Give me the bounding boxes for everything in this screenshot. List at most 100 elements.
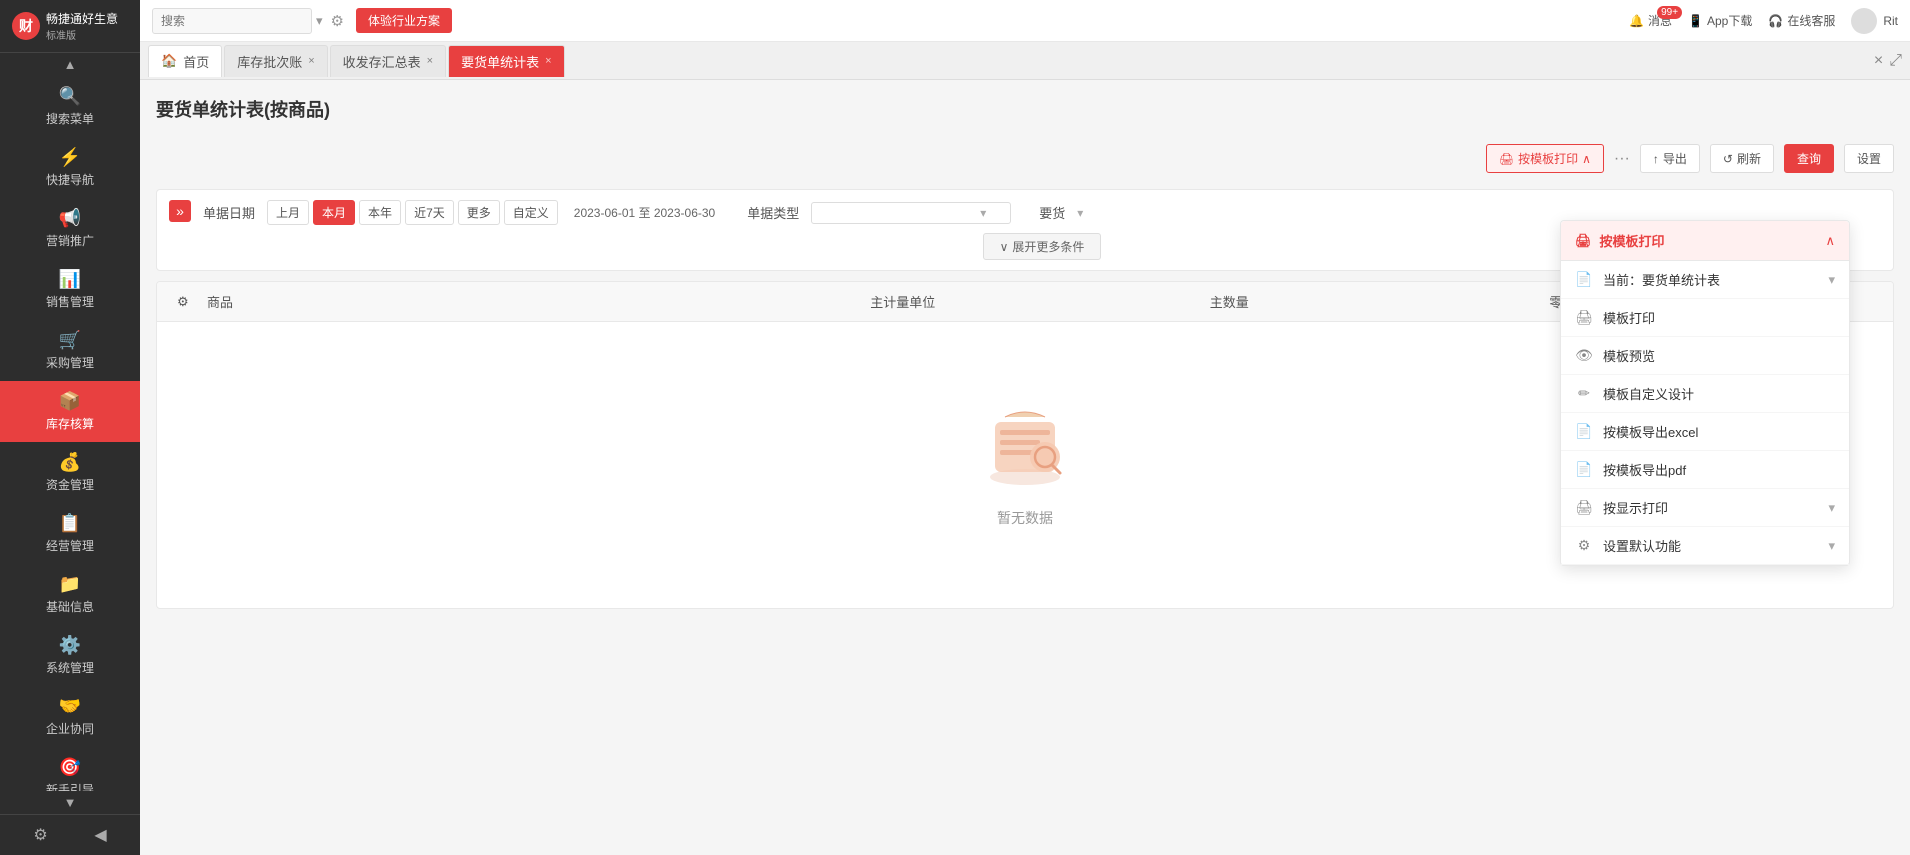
requisition-label-text: 要货 <box>1039 203 1065 222</box>
online-service-btn[interactable]: 🎧 在线客服 <box>1768 12 1835 29</box>
messages-badge: 99+ <box>1657 6 1682 19</box>
sidebar-item-label: 采购管理 <box>46 354 94 371</box>
sidebar-item-basics[interactable]: 📁 基础信息 <box>0 564 140 625</box>
more-options-icon[interactable]: ··· <box>1614 150 1630 168</box>
sidebar-item-inventory[interactable]: 📦 库存核算 <box>0 381 140 442</box>
dropdown-item-label: 设置默认功能 <box>1603 536 1681 555</box>
doc-type-select[interactable]: ▾ <box>811 202 1011 224</box>
tab-batch-account-close[interactable]: × <box>308 55 314 67</box>
date-btn-this-month[interactable]: 本月 <box>313 200 355 225</box>
logo-icon: 财 <box>12 12 40 40</box>
tab-close-all-btn[interactable]: × <box>1874 52 1883 70</box>
settings-label: 设置 <box>1857 150 1881 167</box>
dropdown-item-template-print[interactable]: 🖨 模板打印 <box>1561 299 1849 337</box>
trial-button[interactable]: 体验行业方案 <box>356 8 452 33</box>
download-icon: 📱 <box>1688 14 1703 28</box>
column-settings-icon[interactable]: ⚙ <box>177 294 189 309</box>
date-btn-custom[interactable]: 自定义 <box>504 200 558 225</box>
guide-icon: 🎯 <box>59 757 81 778</box>
dropdown-item-export-pdf[interactable]: 📄 按模板导出pdf <box>1561 451 1849 489</box>
filter-expand-btn[interactable]: » <box>169 200 191 222</box>
tab-receipts-summary-close[interactable]: × <box>427 55 433 67</box>
dropdown-title: 按模板打印 <box>1600 231 1665 250</box>
sidebar-item-finance[interactable]: 💰 资金管理 <box>0 442 140 503</box>
dropdown-item-export-excel[interactable]: 📄 按模板导出excel <box>1561 413 1849 451</box>
date-btn-7days[interactable]: 近7天 <box>405 200 454 225</box>
online-service-label: 在线客服 <box>1787 12 1835 29</box>
tab-batch-account-label: 库存批次账 <box>237 52 302 71</box>
sidebar-item-system[interactable]: ⚙️ 系统管理 <box>0 625 140 686</box>
search-icon: 🔍 <box>59 86 81 107</box>
topbar-dropdown-arrow[interactable]: ▾ <box>316 13 323 29</box>
sidebar-item-search[interactable]: 🔍 搜索菜单 <box>0 76 140 137</box>
sidebar-scroll-up[interactable]: ▲ <box>0 53 140 76</box>
toolbar-row: 🖨 按模板打印 ∧ ··· ↑ 导出 ↺ 刷新 查询 设置 <box>156 136 1894 181</box>
collab-icon: 🤝 <box>59 696 81 717</box>
date-btn-last-month[interactable]: 上月 <box>267 200 309 225</box>
dropdown-current-template[interactable]: 📄 当前：要货单统计表 ▾ <box>1561 261 1849 299</box>
tab-requisition-stats[interactable]: 要货单统计表 × <box>448 45 564 77</box>
purchase-icon: 🛒 <box>59 330 81 351</box>
expand-more-btn[interactable]: ∨ 展开更多条件 <box>983 233 1102 260</box>
dropdown-item-label: 按模板导出pdf <box>1603 460 1686 479</box>
design-icon: ✏ <box>1575 385 1593 402</box>
dropdown-item-label: 按显示打印 <box>1603 498 1668 517</box>
sidebar-scroll-down[interactable]: ▼ <box>0 791 140 814</box>
sidebar-item-marketing[interactable]: 📢 营销推广 <box>0 198 140 259</box>
query-btn[interactable]: 查询 <box>1784 144 1834 173</box>
refresh-btn[interactable]: ↺ 刷新 <box>1710 144 1774 173</box>
inventory-icon: 📦 <box>59 391 81 412</box>
dropdown-item-default-func[interactable]: ⚙ 设置默认功能 ▾ <box>1561 527 1849 565</box>
refresh-icon: ↺ <box>1723 152 1733 166</box>
tab-receipts-summary[interactable]: 收发存汇总表 × <box>330 45 446 77</box>
printer-icon: 🖨 <box>1499 152 1514 166</box>
sales-icon: 📊 <box>59 269 81 290</box>
dropdown-item-template-preview[interactable]: 👁 模板预览 <box>1561 337 1849 375</box>
sidebar-collapse-btn[interactable]: ◀ <box>94 825 106 845</box>
sidebar-item-quick-nav[interactable]: ⚡ 快捷导航 <box>0 137 140 198</box>
export-btn[interactable]: ↑ 导出 <box>1640 144 1700 173</box>
sidebar-item-purchase[interactable]: 🛒 采购管理 <box>0 320 140 381</box>
template-print-btn[interactable]: 🖨 按模板打印 ∧ <box>1486 144 1604 173</box>
messages-btn[interactable]: 🔔 消息 99+ <box>1629 12 1672 29</box>
empty-illustration <box>975 402 1075 492</box>
settings-btn[interactable]: 设置 <box>1844 144 1894 173</box>
date-btn-more[interactable]: 更多 <box>458 200 500 225</box>
excel-icon: 📄 <box>1575 423 1593 440</box>
sidebar-item-guide[interactable]: 🎯 新手引导 <box>0 747 140 791</box>
default-func-arrow: ▾ <box>1828 538 1835 554</box>
tab-expand-btn[interactable]: ⤢ <box>1889 52 1902 70</box>
refresh-label: 刷新 <box>1737 150 1761 167</box>
default-func-icon: ⚙ <box>1575 537 1593 554</box>
dropdown-close-icon[interactable]: ∧ <box>1825 233 1835 249</box>
requisition-filter-icon: ▾ <box>1077 206 1083 220</box>
dropdown-item-template-custom[interactable]: ✏ 模板自定义设计 <box>1561 375 1849 413</box>
dropdown-item-display-print[interactable]: 🖨 按显示打印 ▾ <box>1561 489 1849 527</box>
quick-nav-icon: ⚡ <box>59 147 81 168</box>
topbar-gear-icon[interactable]: ⚙ <box>331 12 344 30</box>
user-area[interactable]: Rit <box>1851 8 1898 34</box>
current-template-label: 当前：要货单统计表 <box>1603 270 1720 289</box>
tab-requisition-stats-close[interactable]: × <box>545 55 551 67</box>
template-file-icon: 📄 <box>1575 271 1593 288</box>
export-icon: ↑ <box>1653 152 1659 166</box>
date-buttons: 上月 本月 本年 近7天 更多 自定义 <box>267 200 558 225</box>
tab-batch-account[interactable]: 库存批次账 × <box>224 45 327 77</box>
sidebar-item-sales[interactable]: 📊 销售管理 <box>0 259 140 320</box>
sidebar-item-label: 快捷导航 <box>46 171 94 188</box>
tab-home[interactable]: 🏠 首页 <box>148 45 222 77</box>
date-btn-this-year[interactable]: 本年 <box>359 200 401 225</box>
col-header-settings[interactable]: ⚙ <box>169 284 199 320</box>
topbar-search-input[interactable] <box>152 8 312 34</box>
preview-icon: 👁 <box>1575 347 1593 364</box>
app-download-btn[interactable]: 📱 App下载 <box>1688 12 1752 29</box>
sidebar-item-operations[interactable]: 📋 经营管理 <box>0 503 140 564</box>
sidebar-settings-btn[interactable]: ⚙ <box>33 825 47 845</box>
tabs-action-area: × ⤢ <box>1874 52 1910 70</box>
col-header-goods: 商品 <box>199 282 862 321</box>
app-logo: 财 畅捷通好生意 标准版 <box>0 0 140 53</box>
expand-icon: ∨ <box>1000 240 1009 254</box>
sidebar-item-collab[interactable]: 🤝 企业协同 <box>0 686 140 747</box>
page-content: 要货单统计表(按商品) 🖨 按模板打印 ∧ ··· ↑ 导出 ↺ 刷新 查询 设… <box>140 80 1910 855</box>
date-range-display: 2023-06-01 至 2023-06-30 <box>574 204 715 221</box>
